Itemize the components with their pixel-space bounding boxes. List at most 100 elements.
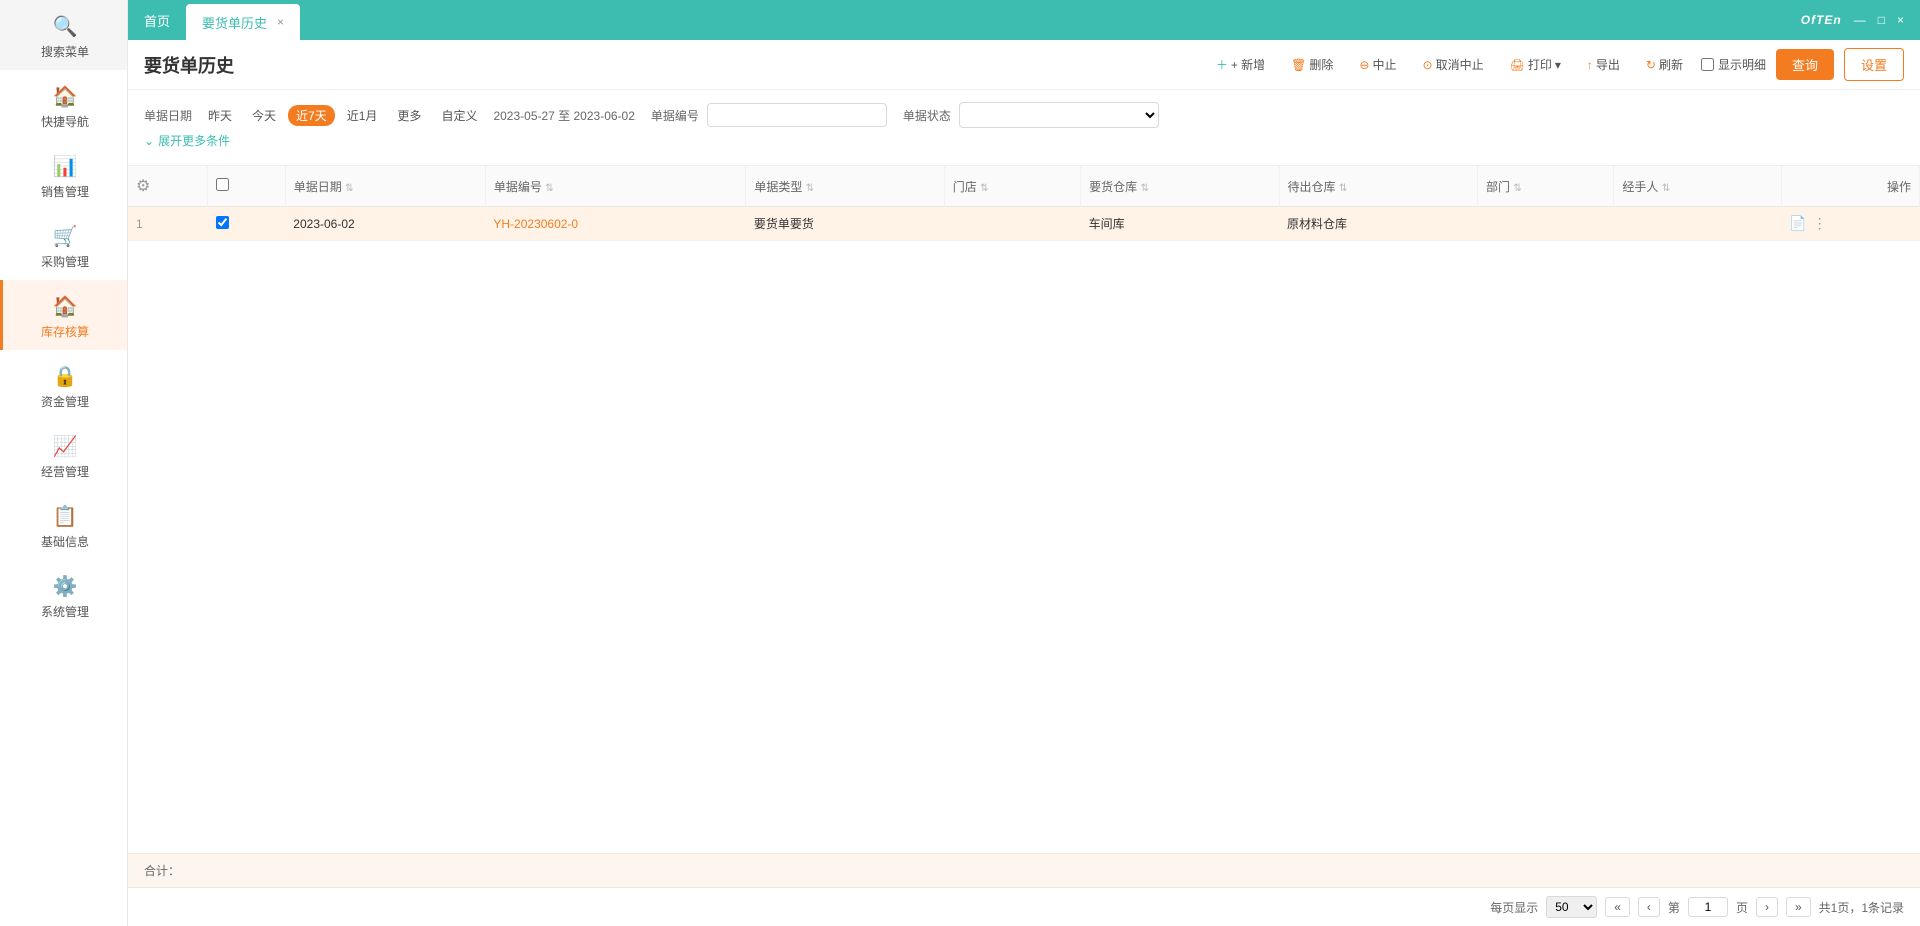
chip-more[interactable]: 更多 xyxy=(389,105,429,126)
col-req-warehouse[interactable]: 要货仓库 ⇅ xyxy=(1081,166,1279,207)
topbar-minimize-icon[interactable]: — xyxy=(1854,13,1866,27)
finance-icon: 🔒 xyxy=(53,364,78,389)
more-icon[interactable]: ⋮ xyxy=(1813,215,1827,232)
sidebar-item-finance-mgmt[interactable]: 🔒 资金管理 xyxy=(0,350,127,420)
table-settings-icon[interactable]: ⚙ xyxy=(136,178,150,195)
edit-icon[interactable]: 📄 xyxy=(1789,215,1806,232)
per-page-select[interactable]: 50 10 20 100 xyxy=(1546,896,1597,918)
topbar-close-icon[interactable]: × xyxy=(1897,13,1904,27)
per-page-label: 每页显示 xyxy=(1490,899,1538,916)
sidebar-item-sys-mgmt[interactable]: ⚙️ 系统管理 xyxy=(0,560,127,630)
row-action-cell: 📄 ⋮ xyxy=(1781,207,1919,241)
chip-yesterday[interactable]: 昨天 xyxy=(200,105,240,126)
chip-1month[interactable]: 近1月 xyxy=(339,105,386,126)
display-detail-checkbox[interactable] xyxy=(1701,58,1714,71)
print-icon: 🖨 xyxy=(1510,58,1525,72)
stop-icon: ⊖ xyxy=(1359,58,1369,72)
col-handler-label: 经手人 xyxy=(1622,180,1658,194)
tab-close-icon[interactable]: × xyxy=(277,15,284,29)
new-button[interactable]: ＋ + 新增 xyxy=(1208,52,1273,77)
next-page-button[interactable]: › xyxy=(1756,897,1778,917)
docno-input[interactable] xyxy=(707,103,887,127)
sidebar-item-search-menu[interactable]: 🔍 搜索菜单 xyxy=(0,0,127,70)
refresh-button[interactable]: ↻ 刷新 xyxy=(1638,52,1691,77)
col-doc-type[interactable]: 单据类型 ⇅ xyxy=(746,166,944,207)
sidebar-item-label: 销售管理 xyxy=(41,183,89,200)
topbar-maximize-icon[interactable]: □ xyxy=(1878,13,1885,27)
query-button[interactable]: 查询 xyxy=(1776,49,1834,80)
col-doc-no-label: 单据编号 xyxy=(494,180,542,194)
refresh-icon: ↻ xyxy=(1646,58,1656,72)
first-page-button[interactable]: « xyxy=(1605,897,1630,917)
doc-no-link[interactable]: YH-20230602-0 xyxy=(493,217,578,231)
filter-date-item: 单据日期 昨天 今天 近7天 近1月 更多 自定义 2023-05-27 至 2… xyxy=(144,105,635,126)
topbar-right: OfTEn — □ × xyxy=(1801,13,1920,27)
page-content: 要货单历史 ＋ + 新增 🗑 删除 ⊖ 中止 ⊙ 取消中止 xyxy=(128,40,1920,926)
col-store[interactable]: 门店 ⇅ xyxy=(944,166,1080,207)
chip-today[interactable]: 今天 xyxy=(244,105,284,126)
row-doc-no[interactable]: YH-20230602-0 xyxy=(485,207,745,241)
row-checkbox-cell[interactable] xyxy=(208,207,286,241)
col-doc-date[interactable]: 单据日期 ⇅ xyxy=(285,166,485,207)
sidebar-item-quick-nav[interactable]: 🏠 快捷导航 xyxy=(0,70,127,140)
data-table: ⚙ 单据日期 ⇅ 单据编号 ⇅ xyxy=(128,166,1920,241)
display-detail-toggle[interactable]: 显示明细 xyxy=(1701,56,1766,73)
print-button[interactable]: 🖨 打印 ▾ xyxy=(1502,52,1569,77)
sort-icon-store: ⇅ xyxy=(980,183,988,194)
filter-docno-item: 单据编号 xyxy=(651,103,887,127)
tab-home[interactable]: 首页 xyxy=(128,0,186,40)
sidebar-item-inventory[interactable]: 🏠 库存核算 xyxy=(0,280,127,350)
topbar: 首页 要货单历史 × OfTEn — □ × xyxy=(128,0,1920,40)
quick-nav-icon: 🏠 xyxy=(53,84,78,109)
cancel-stop-icon: ⊙ xyxy=(1423,58,1433,72)
chip-7days[interactable]: 近7天 xyxy=(288,105,335,126)
select-all-checkbox[interactable] xyxy=(216,178,229,191)
row-doc-date: 2023-06-02 xyxy=(285,207,485,241)
row-department xyxy=(1477,207,1613,241)
col-action-label: 操作 xyxy=(1887,180,1911,194)
filter-area: 单据日期 昨天 今天 近7天 近1月 更多 自定义 2023-05-27 至 2… xyxy=(128,90,1920,166)
cancel-stop-button[interactable]: ⊙ 取消中止 xyxy=(1415,52,1492,77)
data-table-container: ⚙ 单据日期 ⇅ 单据编号 ⇅ xyxy=(128,166,1920,853)
stop-button[interactable]: ⊖ 中止 xyxy=(1351,52,1404,77)
status-select[interactable] xyxy=(959,102,1159,128)
filter-status-item: 单据状态 xyxy=(903,102,1159,128)
status-filter-label: 单据状态 xyxy=(903,107,951,124)
table-footer: 合计： xyxy=(128,853,1920,887)
sidebar-item-purchase-mgmt[interactable]: 🛒 采购管理 xyxy=(0,210,127,280)
page-suffix: 页 xyxy=(1736,899,1748,916)
row-store xyxy=(944,207,1080,241)
col-settings[interactable]: ⚙ xyxy=(128,166,208,207)
chip-custom[interactable]: 自定义 xyxy=(433,105,485,126)
sort-icon-department: ⇅ xyxy=(1513,183,1521,194)
sidebar: 🔍 搜索菜单 🏠 快捷导航 📊 销售管理 🛒 采购管理 🏠 库存核算 🔒 资金管… xyxy=(0,0,128,926)
sidebar-item-basic-info[interactable]: 📋 基础信息 xyxy=(0,490,127,560)
settings-button[interactable]: 设置 xyxy=(1844,48,1904,81)
prev-page-button[interactable]: ‹ xyxy=(1638,897,1660,917)
last-page-button[interactable]: » xyxy=(1786,897,1811,917)
col-department-label: 部门 xyxy=(1486,180,1510,194)
pagination-bar: 每页显示 50 10 20 100 « ‹ 第 页 › » 共1页，1条记录 xyxy=(128,887,1920,926)
sort-icon-doc-no: ⇅ xyxy=(545,183,553,194)
sidebar-item-label: 资金管理 xyxy=(41,393,89,410)
col-department[interactable]: 部门 ⇅ xyxy=(1477,166,1613,207)
tab-active[interactable]: 要货单历史 × xyxy=(186,4,300,40)
docno-filter-label: 单据编号 xyxy=(651,107,699,124)
row-checkbox[interactable] xyxy=(216,216,229,229)
expand-more-btn[interactable]: ⌄ 展开更多条件 xyxy=(144,128,1904,153)
delete-icon: 🗑 xyxy=(1291,58,1306,72)
col-checkbox[interactable] xyxy=(208,166,286,207)
col-handler[interactable]: 经手人 ⇅ xyxy=(1614,166,1781,207)
col-pending-warehouse[interactable]: 待出仓库 ⇅ xyxy=(1279,166,1477,207)
sales-icon: 📊 xyxy=(53,154,78,179)
sidebar-item-sales-mgmt[interactable]: 📊 销售管理 xyxy=(0,140,127,210)
export-button[interactable]: ↑ 导出 xyxy=(1579,52,1628,77)
sidebar-item-operation-mgmt[interactable]: 📈 经营管理 xyxy=(0,420,127,490)
main-area: 首页 要货单历史 × OfTEn — □ × 要货单历史 ＋ + 新增 🗑 xyxy=(128,0,1920,926)
row-req-warehouse: 车间库 xyxy=(1081,207,1279,241)
delete-button[interactable]: 🗑 删除 xyxy=(1283,52,1341,77)
page-input[interactable] xyxy=(1688,897,1728,917)
brand-name: OfTEn xyxy=(1801,13,1842,27)
col-doc-no[interactable]: 单据编号 ⇅ xyxy=(485,166,745,207)
search-menu-icon: 🔍 xyxy=(53,14,78,39)
